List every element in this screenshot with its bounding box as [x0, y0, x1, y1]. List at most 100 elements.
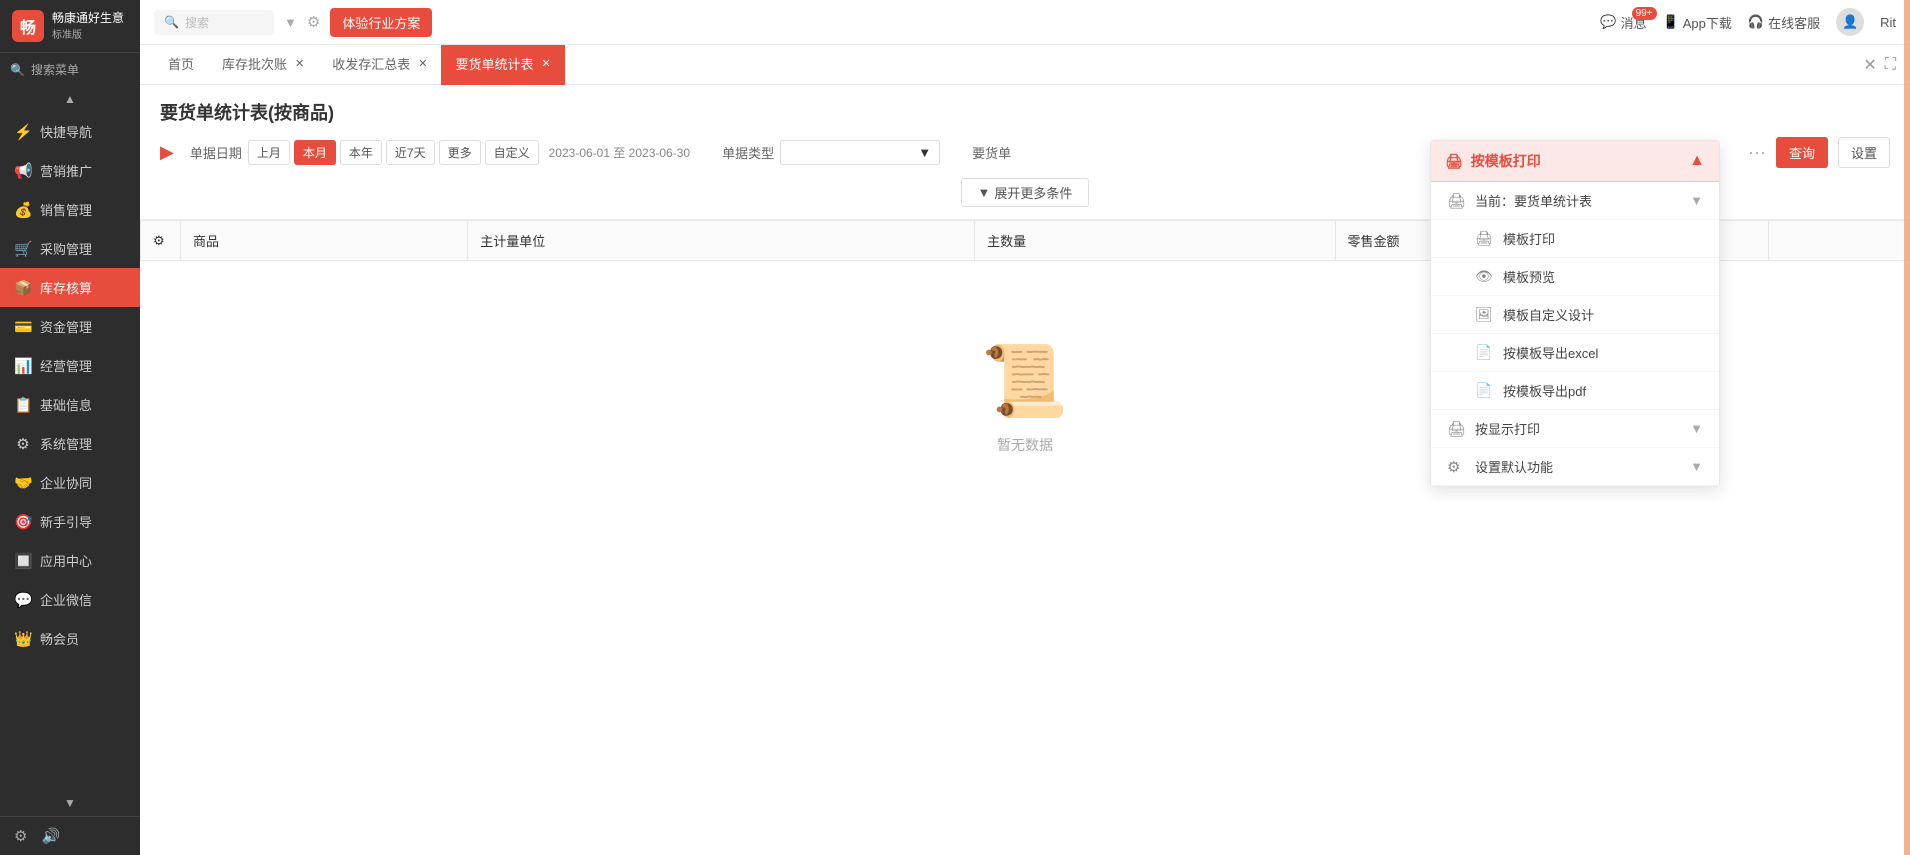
sidebar-item-system[interactable]: ⚙ 系统管理 — [0, 424, 140, 463]
search-menu[interactable]: 🔍 搜索菜单 — [0, 53, 140, 86]
sales-icon: 💰 — [14, 201, 32, 219]
export-pdf-label: 按模板导出pdf — [1503, 381, 1586, 400]
filter-more-options[interactable]: ··· — [1748, 142, 1766, 163]
messages-action[interactable]: 💬 消息 99+ — [1600, 13, 1646, 32]
dropdown-close-btn[interactable]: ▲ — [1689, 152, 1705, 170]
trial-btn[interactable]: 体验行业方案 — [330, 8, 432, 37]
sidebar-scroll-down[interactable]: ▼ — [0, 790, 140, 816]
current-template-icon: 🖨 — [1447, 192, 1465, 210]
messages-badge: 99+ — [1632, 7, 1657, 20]
resize-handle[interactable] — [1904, 0, 1910, 855]
expand-more-btn[interactable]: ▼ 展开更多条件 — [961, 178, 1090, 207]
tabs-minimize-btn[interactable]: ✕ — [1863, 55, 1876, 75]
date-more[interactable]: 更多 — [439, 140, 481, 165]
marketing-icon: 📢 — [14, 162, 32, 180]
tab-order-stats-close[interactable]: ✕ — [542, 57, 551, 70]
date-prev-month[interactable]: 上月 — [248, 140, 290, 165]
template-print-icon: 🖨 — [1475, 230, 1493, 247]
dropdown-template-preview[interactable]: 👁 模板预览 — [1431, 258, 1719, 296]
inventory-icon: 📦 — [14, 279, 32, 297]
tabs-maximize-btn[interactable]: ⛶ — [1885, 56, 1896, 74]
sidebar-item-purchase[interactable]: 🛒 采购管理 — [0, 229, 140, 268]
sidebar-item-label: 快捷导航 — [40, 122, 92, 141]
dropdown-display-print[interactable]: 🖨 按显示打印 ▼ — [1431, 410, 1719, 448]
app-download-action[interactable]: 📱 App下载 — [1663, 13, 1732, 32]
no-data-text: 暂无数据 — [997, 435, 1053, 455]
search-icon: 🔍 — [10, 63, 25, 77]
scroll-down-arrow[interactable]: ▼ — [58, 794, 82, 812]
tab-receipt-summary-label: 收发存汇总表 — [332, 54, 410, 73]
topbar-search-icon: 🔍 — [164, 15, 179, 29]
sidebar-item-label: 营销推广 — [40, 161, 92, 180]
sidebar-item-guide[interactable]: 🎯 新手引导 — [0, 502, 140, 541]
tab-receipt-summary-close[interactable]: ✕ — [418, 57, 427, 70]
sidebar-item-label: 应用中心 — [40, 551, 92, 570]
sidebar-item-inventory[interactable]: 📦 库存核算 — [0, 268, 140, 307]
sidebar-logo[interactable]: 畅 畅康通好生意 标准版 — [0, 0, 140, 53]
export-pdf-icon: 📄 — [1475, 382, 1493, 399]
topbar-search[interactable]: 🔍 搜索 — [154, 10, 274, 35]
sidebar-item-member[interactable]: 👑 畅会员 — [0, 619, 140, 658]
topbar-dropdown-arrow[interactable]: ▼ — [284, 15, 297, 30]
sidebar: 畅 畅康通好生意 标准版 🔍 搜索菜单 ▲ ⚡ 快捷导航 📢 营销推广 💰 销售… — [0, 0, 140, 855]
col-settings[interactable]: ⚙ — [141, 221, 181, 261]
tab-batch-ledger[interactable]: 库存批次账 ✕ — [208, 45, 318, 85]
dropdown-default-func[interactable]: ⚙ 设置默认功能 ▼ — [1431, 448, 1719, 486]
sidebar-item-finance[interactable]: 💳 资金管理 — [0, 307, 140, 346]
dropdown-export-excel[interactable]: 📄 按模板导出excel — [1431, 334, 1719, 372]
sidebar-item-appstore[interactable]: 🔲 应用中心 — [0, 541, 140, 580]
filter-expand-icon[interactable]: ▶ — [160, 142, 174, 163]
sound-icon[interactable]: 🔊 — [41, 827, 60, 845]
sidebar-item-operation[interactable]: 📊 经营管理 — [0, 346, 140, 385]
date-custom[interactable]: 自定义 — [485, 140, 539, 165]
dropdown-current-template[interactable]: 🖨 当前：要货单统计表 ▼ — [1431, 182, 1719, 220]
tab-order-stats[interactable]: 要货单统计表 ✕ — [441, 45, 564, 85]
sidebar-item-marketing[interactable]: 📢 营销推广 — [0, 151, 140, 190]
dropdown-title-area: 🖨 按模板打印 — [1445, 151, 1541, 171]
type-filter-section: 单据类型 ▼ — [722, 140, 940, 165]
sidebar-item-wechat[interactable]: 💬 企业微信 — [0, 580, 140, 619]
tab-batch-ledger-label: 库存批次账 — [222, 54, 287, 73]
page-header: 要货单统计表(按商品) — [140, 85, 1910, 125]
col-goods: 商品 — [181, 221, 468, 261]
avatar[interactable]: 👤 — [1836, 8, 1864, 36]
sidebar-item-basic[interactable]: 📋 基础信息 — [0, 385, 140, 424]
guide-icon: 🎯 — [14, 513, 32, 531]
settings-icon[interactable]: ⚙ — [14, 827, 27, 845]
sidebar-item-label: 企业协同 — [40, 473, 92, 492]
online-service-action[interactable]: 🎧 在线客服 — [1748, 13, 1820, 32]
tab-home-label: 首页 — [168, 54, 194, 73]
tabs-controls: ✕ ⛶ — [1863, 45, 1896, 85]
type-select[interactable]: ▼ — [780, 140, 940, 165]
tab-home[interactable]: 首页 — [154, 45, 208, 85]
current-template-label: 当前：要货单统计表 — [1475, 191, 1592, 210]
username-text[interactable]: Rit — [1880, 15, 1896, 30]
default-func-arrow: ▼ — [1690, 459, 1703, 474]
tab-batch-ledger-close[interactable]: ✕ — [295, 57, 304, 70]
service-icon: 🎧 — [1748, 14, 1764, 30]
dropdown-template-print[interactable]: 🖨 模板打印 — [1431, 220, 1719, 258]
dropdown-template-design[interactable]: 🖼 模板自定义设计 — [1431, 296, 1719, 334]
topbar-gear-icon[interactable]: ⚙ — [307, 13, 320, 31]
query-btn[interactable]: 查询 — [1776, 137, 1828, 168]
date-current-month[interactable]: 本月 — [294, 140, 336, 165]
sidebar-item-sales[interactable]: 💰 销售管理 — [0, 190, 140, 229]
messages-icon: 💬 — [1600, 14, 1616, 30]
sidebar-scroll-up[interactable]: ▲ — [0, 86, 140, 112]
sidebar-item-label: 企业微信 — [40, 590, 92, 609]
quick-nav-icon: ⚡ — [14, 123, 32, 141]
operation-icon: 📊 — [14, 357, 32, 375]
sidebar-item-label: 采购管理 — [40, 239, 92, 258]
display-print-arrow: ▼ — [1690, 421, 1703, 436]
download-icon: 📱 — [1663, 14, 1679, 30]
date-current-year[interactable]: 本年 — [340, 140, 382, 165]
scroll-up-arrow[interactable]: ▲ — [58, 90, 82, 108]
topbar-actions: 💬 消息 99+ 📱 App下载 🎧 在线客服 👤 Rit — [1600, 8, 1896, 36]
tab-receipt-summary[interactable]: 收发存汇总表 ✕ — [318, 45, 441, 85]
sidebar-item-enterprise[interactable]: 🤝 企业协同 — [0, 463, 140, 502]
basic-icon: 📋 — [14, 396, 32, 414]
sidebar-item-quick-nav[interactable]: ⚡ 快捷导航 — [0, 112, 140, 151]
dropdown-export-pdf[interactable]: 📄 按模板导出pdf — [1431, 372, 1719, 410]
settings-btn[interactable]: 设置 — [1838, 137, 1890, 168]
date-last7days[interactable]: 近7天 — [386, 140, 435, 165]
